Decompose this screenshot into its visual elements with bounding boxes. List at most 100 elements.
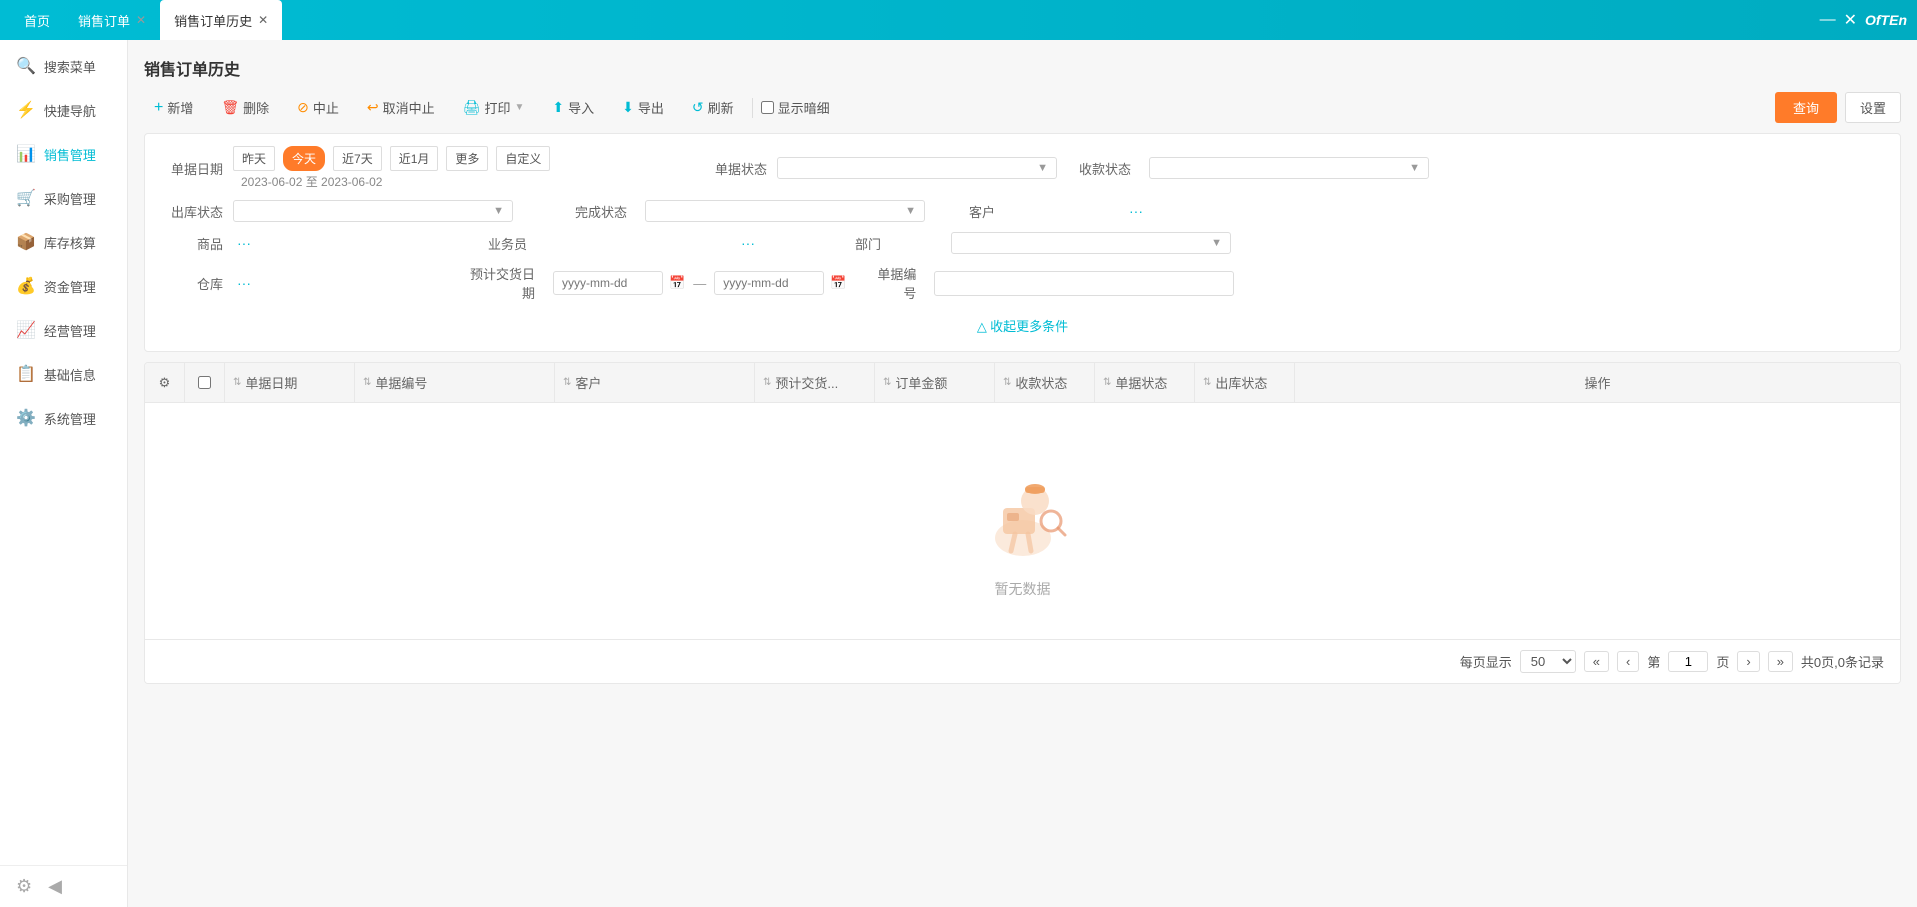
receipt-status-select[interactable]: ▼	[1149, 157, 1429, 179]
page-size-select[interactable]: 50 20 100	[1520, 650, 1576, 673]
sidebar-item-base-info[interactable]: 📋 基础信息	[0, 352, 127, 396]
date-label: 单据日期	[161, 159, 233, 178]
filter-row-4: 仓库 ··· 预计交货日期 📅 — 📅 单据编号	[161, 264, 1884, 302]
add-button[interactable]: + 新增	[144, 94, 203, 121]
dept-select[interactable]: ▼	[951, 232, 1231, 254]
tab-home[interactable]: 首页	[10, 0, 64, 40]
print-icon: 🖨	[463, 99, 481, 116]
date-dash: —	[693, 276, 706, 291]
import-button[interactable]: ⬆ 导入	[542, 94, 604, 121]
delivery-end-input[interactable]	[714, 271, 824, 295]
query-button[interactable]: 查询	[1775, 92, 1837, 123]
sidebar-item-base-info-label: 基础信息	[44, 365, 96, 384]
cancel-stop-button[interactable]: ↩ 取消中止	[357, 94, 445, 121]
th-customer[interactable]: ⇅ 客户	[555, 363, 755, 402]
customer-ellipsis-btn[interactable]: ···	[1125, 203, 1147, 219]
next-page-button[interactable]: ›	[1737, 651, 1759, 672]
th-receipt-label: 收款状态	[1015, 373, 1067, 392]
th-num-label: 单据编号	[375, 373, 427, 392]
collapse-bar[interactable]: △ 收起更多条件	[161, 312, 1884, 339]
tab-sales-history-close[interactable]: ✕	[258, 13, 268, 27]
tab-sales-history[interactable]: 销售订单历史 ✕	[160, 0, 282, 40]
bill-num-input[interactable]	[934, 271, 1234, 296]
sort-icon-status: ⇅	[1103, 377, 1111, 388]
bill-num-label: 单据编号	[866, 264, 926, 302]
date-today-btn[interactable]: 今天	[283, 146, 325, 171]
goods-ellipsis-btn[interactable]: ···	[233, 235, 255, 251]
th-status[interactable]: ⇅ 单据状态	[1095, 363, 1195, 402]
stop-icon: ⊘	[297, 99, 309, 116]
date-filter: 昨天 今天 近7天 近1月 更多 自定义 2023-06-02 至 2023-0…	[233, 146, 653, 190]
salesman-ellipsis-btn[interactable]: ···	[737, 235, 759, 251]
delete-button[interactable]: 🗑 删除	[211, 94, 279, 121]
sidebar-collapse-icon[interactable]: ◀	[48, 876, 62, 897]
add-label: 新增	[167, 98, 193, 117]
sidebar-item-sales-mgmt[interactable]: 📊 销售管理	[0, 132, 127, 176]
stop-button[interactable]: ⊘ 中止	[287, 94, 349, 121]
tab-sales-order-label: 销售订单	[78, 11, 130, 30]
complete-status-select[interactable]: ▼	[645, 200, 925, 222]
refresh-button[interactable]: ↺ 刷新	[682, 94, 744, 121]
empty-text: 暂无数据	[995, 579, 1051, 599]
first-page-button[interactable]: «	[1584, 651, 1609, 672]
sidebar-item-quick-nav[interactable]: ⚡ 快捷导航	[0, 88, 127, 132]
show-cols-checkbox[interactable]	[761, 101, 774, 114]
th-delivery[interactable]: ⇅ 预计交货...	[755, 363, 875, 402]
calendar-start-icon[interactable]: 📅	[669, 275, 685, 291]
warehouse-ellipsis-btn[interactable]: ···	[233, 275, 255, 291]
window-minimize[interactable]: —	[1820, 11, 1836, 29]
sidebar-settings-icon[interactable]: ⚙	[16, 876, 32, 897]
goods-label: 商品	[161, 234, 233, 253]
th-amount[interactable]: ⇅ 订单金额	[875, 363, 995, 402]
th-num[interactable]: ⇅ 单据编号	[355, 363, 555, 402]
sort-icon-customer: ⇅	[563, 377, 571, 388]
print-button[interactable]: 🖨 打印 ▼	[453, 94, 535, 121]
page-input[interactable]	[1668, 651, 1708, 672]
sidebar-item-finance[interactable]: 💰 资金管理	[0, 264, 127, 308]
date-more-btn[interactable]: 更多	[446, 146, 488, 171]
select-all-checkbox[interactable]	[198, 376, 211, 389]
sidebar-item-inventory-label: 库存核算	[44, 233, 96, 252]
tab-sales-order-close[interactable]: ✕	[136, 13, 146, 27]
export-button[interactable]: ⬇ 导出	[612, 94, 674, 121]
date-1month-btn[interactable]: 近1月	[390, 146, 439, 171]
receipt-status-label: 收款状态	[1077, 159, 1141, 178]
sidebar-item-inventory[interactable]: 📦 库存核算	[0, 220, 127, 264]
inventory-icon: 📦	[16, 232, 36, 252]
sort-icon-date: ⇅	[233, 377, 241, 388]
sort-icon-num: ⇅	[363, 377, 371, 388]
sidebar-item-purchase-mgmt[interactable]: 🛒 采购管理	[0, 176, 127, 220]
tab-sales-order[interactable]: 销售订单 ✕	[64, 0, 160, 40]
out-status-select[interactable]: ▼	[233, 200, 513, 222]
th-check[interactable]	[185, 363, 225, 402]
prev-page-button[interactable]: ‹	[1617, 651, 1639, 672]
sidebar-item-sys-mgmt[interactable]: ⚙️ 系统管理	[0, 396, 127, 440]
delivery-start-input[interactable]	[553, 271, 663, 295]
quick-nav-icon: ⚡	[16, 100, 36, 120]
page-suffix: 页	[1716, 652, 1729, 671]
show-cols-label[interactable]: 显示暗细	[761, 98, 830, 117]
delete-label: 删除	[243, 98, 269, 117]
sidebar-item-purchase-mgmt-label: 采购管理	[44, 189, 96, 208]
th-settings[interactable]: ⚙	[145, 363, 185, 402]
bill-status-label: 单据状态	[713, 159, 777, 178]
th-out[interactable]: ⇅ 出库状态	[1195, 363, 1295, 402]
sidebar-item-search-menu[interactable]: 🔍 搜索菜单	[0, 44, 127, 88]
filter-row-2: 出库状态 ▼ 完成状态 ▼ 客户 ···	[161, 200, 1884, 222]
calendar-end-icon[interactable]: 📅	[830, 275, 846, 291]
th-receipt[interactable]: ⇅ 收款状态	[995, 363, 1095, 402]
setting-button[interactable]: 设置	[1845, 92, 1901, 123]
import-icon: ⬆	[552, 99, 564, 116]
window-close[interactable]: ✕	[1844, 10, 1857, 30]
bill-status-select[interactable]: ▼	[777, 157, 1057, 179]
delivery-date-group: 📅 — 📅	[553, 271, 846, 295]
last-page-button[interactable]: »	[1768, 651, 1793, 672]
purchase-mgmt-icon: 🛒	[16, 188, 36, 208]
sidebar-item-operations[interactable]: 📈 经营管理	[0, 308, 127, 352]
th-date[interactable]: ⇅ 单据日期	[225, 363, 355, 402]
date-yesterday-btn[interactable]: 昨天	[233, 146, 275, 171]
date-custom-btn[interactable]: 自定义	[496, 146, 550, 171]
date-7days-btn[interactable]: 近7天	[333, 146, 382, 171]
receipt-status-arrow-icon: ▼	[1409, 162, 1420, 174]
salesman-label: 业务员	[465, 234, 537, 253]
